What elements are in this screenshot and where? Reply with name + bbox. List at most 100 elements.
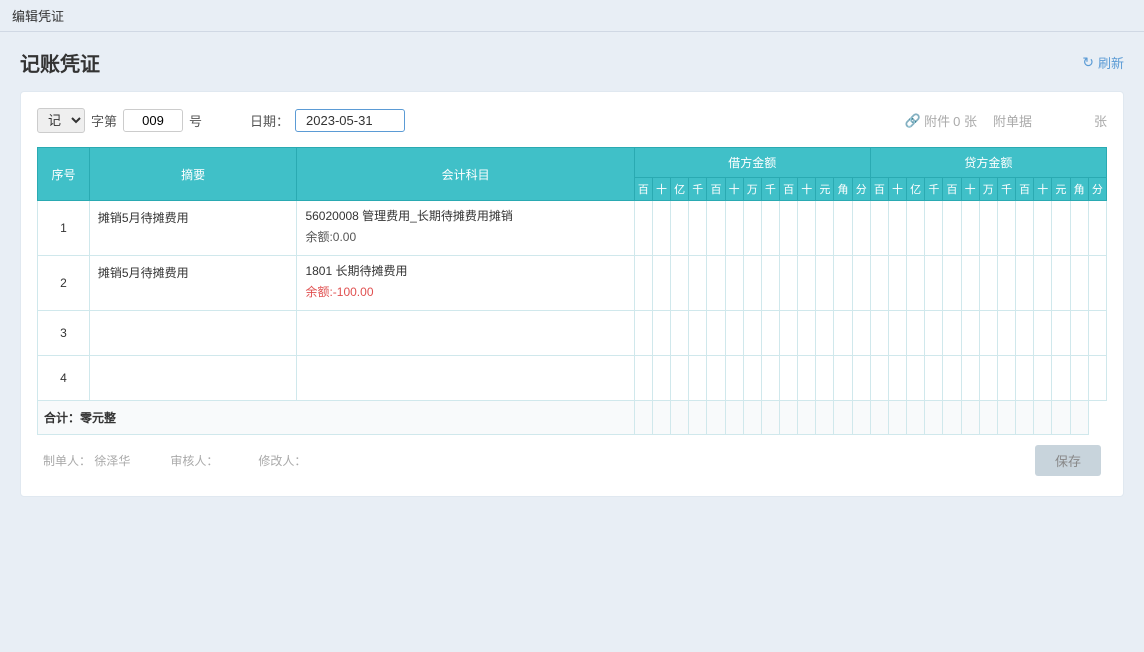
refresh-button[interactable]: ↻ 刷新 xyxy=(1082,53,1124,72)
row-1-amount-20[interactable] xyxy=(997,256,1015,311)
row-2-amount-23[interactable] xyxy=(1052,311,1070,356)
row-2-amount-4[interactable] xyxy=(707,311,725,356)
row-2-amount-16[interactable] xyxy=(925,311,943,356)
row-0-amount-25[interactable] xyxy=(1088,201,1106,256)
row-3-amount-1[interactable] xyxy=(652,356,670,401)
row-0-amount-14[interactable] xyxy=(888,201,906,256)
row-3-amount-6[interactable] xyxy=(743,356,761,401)
row-account-2[interactable] xyxy=(297,311,634,356)
row-2-amount-22[interactable] xyxy=(1034,311,1052,356)
row-1-amount-1[interactable] xyxy=(652,256,670,311)
row-1-amount-0[interactable] xyxy=(634,256,652,311)
row-0-amount-7[interactable] xyxy=(761,201,779,256)
row-2-amount-17[interactable] xyxy=(943,311,961,356)
row-2-amount-3[interactable] xyxy=(689,311,707,356)
row-2-amount-25[interactable] xyxy=(1088,311,1106,356)
row-account-3[interactable] xyxy=(297,356,634,401)
row-1-amount-13[interactable] xyxy=(870,256,888,311)
row-1-amount-9[interactable] xyxy=(798,256,816,311)
row-account-1[interactable]: 1801 长期待摊费用余额:-100.00 xyxy=(297,256,634,311)
row-1-amount-4[interactable] xyxy=(707,256,725,311)
row-0-amount-6[interactable] xyxy=(743,201,761,256)
row-2-amount-24[interactable] xyxy=(1070,311,1088,356)
row-3-amount-5[interactable] xyxy=(725,356,743,401)
row-0-amount-9[interactable] xyxy=(798,201,816,256)
row-1-amount-16[interactable] xyxy=(925,256,943,311)
row-3-amount-2[interactable] xyxy=(671,356,689,401)
row-1-amount-25[interactable] xyxy=(1088,256,1106,311)
row-0-amount-5[interactable] xyxy=(725,201,743,256)
row-2-amount-18[interactable] xyxy=(961,311,979,356)
row-0-amount-19[interactable] xyxy=(979,201,997,256)
row-3-amount-13[interactable] xyxy=(870,356,888,401)
row-1-amount-17[interactable] xyxy=(943,256,961,311)
row-3-amount-9[interactable] xyxy=(798,356,816,401)
row-0-amount-24[interactable] xyxy=(1070,201,1088,256)
row-1-amount-18[interactable] xyxy=(961,256,979,311)
row-2-amount-15[interactable] xyxy=(907,311,925,356)
row-summary-0[interactable]: 摊销5月待摊费用 xyxy=(89,201,297,256)
row-1-amount-2[interactable] xyxy=(671,256,689,311)
row-3-amount-8[interactable] xyxy=(780,356,798,401)
row-2-amount-5[interactable] xyxy=(725,311,743,356)
row-3-amount-4[interactable] xyxy=(707,356,725,401)
row-3-amount-17[interactable] xyxy=(943,356,961,401)
row-2-amount-8[interactable] xyxy=(780,311,798,356)
row-3-amount-10[interactable] xyxy=(816,356,834,401)
row-3-amount-12[interactable] xyxy=(852,356,870,401)
row-1-amount-11[interactable] xyxy=(834,256,852,311)
row-3-amount-11[interactable] xyxy=(834,356,852,401)
row-3-amount-18[interactable] xyxy=(961,356,979,401)
row-1-amount-21[interactable] xyxy=(1016,256,1034,311)
row-3-amount-20[interactable] xyxy=(997,356,1015,401)
row-1-amount-24[interactable] xyxy=(1070,256,1088,311)
row-0-amount-20[interactable] xyxy=(997,201,1015,256)
row-account-0[interactable]: 56020008 管理费用_长期待摊费用摊销余额:0.00 xyxy=(297,201,634,256)
row-0-amount-21[interactable] xyxy=(1016,201,1034,256)
row-2-amount-12[interactable] xyxy=(852,311,870,356)
row-0-amount-13[interactable] xyxy=(870,201,888,256)
row-0-amount-11[interactable] xyxy=(834,201,852,256)
row-1-amount-23[interactable] xyxy=(1052,256,1070,311)
row-0-amount-16[interactable] xyxy=(925,201,943,256)
row-3-amount-14[interactable] xyxy=(888,356,906,401)
row-0-amount-0[interactable] xyxy=(634,201,652,256)
row-2-amount-11[interactable] xyxy=(834,311,852,356)
row-1-amount-8[interactable] xyxy=(780,256,798,311)
row-0-amount-2[interactable] xyxy=(671,201,689,256)
row-0-amount-4[interactable] xyxy=(707,201,725,256)
row-3-amount-22[interactable] xyxy=(1034,356,1052,401)
row-0-amount-15[interactable] xyxy=(907,201,925,256)
row-2-amount-10[interactable] xyxy=(816,311,834,356)
row-summary-3[interactable] xyxy=(89,356,297,401)
row-3-amount-21[interactable] xyxy=(1016,356,1034,401)
row-0-amount-12[interactable] xyxy=(852,201,870,256)
row-1-amount-7[interactable] xyxy=(761,256,779,311)
row-0-amount-3[interactable] xyxy=(689,201,707,256)
single-receipt-btn[interactable]: 附单据 xyxy=(993,111,1032,130)
row-3-amount-0[interactable] xyxy=(634,356,652,401)
row-0-amount-17[interactable] xyxy=(943,201,961,256)
row-3-amount-19[interactable] xyxy=(979,356,997,401)
row-1-amount-15[interactable] xyxy=(907,256,925,311)
row-0-amount-22[interactable] xyxy=(1034,201,1052,256)
row-1-amount-14[interactable] xyxy=(888,256,906,311)
row-2-amount-21[interactable] xyxy=(1016,311,1034,356)
row-2-amount-6[interactable] xyxy=(743,311,761,356)
row-3-amount-24[interactable] xyxy=(1070,356,1088,401)
row-0-amount-23[interactable] xyxy=(1052,201,1070,256)
row-1-amount-19[interactable] xyxy=(979,256,997,311)
row-summary-1[interactable]: 摊销5月待摊费用 xyxy=(89,256,297,311)
row-2-amount-9[interactable] xyxy=(798,311,816,356)
date-input[interactable] xyxy=(295,109,405,132)
row-0-amount-1[interactable] xyxy=(652,201,670,256)
row-2-amount-0[interactable] xyxy=(634,311,652,356)
row-summary-2[interactable] xyxy=(89,311,297,356)
row-2-amount-2[interactable] xyxy=(671,311,689,356)
row-3-amount-16[interactable] xyxy=(925,356,943,401)
row-2-amount-14[interactable] xyxy=(888,311,906,356)
row-1-amount-10[interactable] xyxy=(816,256,834,311)
row-3-amount-23[interactable] xyxy=(1052,356,1070,401)
row-1-amount-6[interactable] xyxy=(743,256,761,311)
row-3-amount-3[interactable] xyxy=(689,356,707,401)
